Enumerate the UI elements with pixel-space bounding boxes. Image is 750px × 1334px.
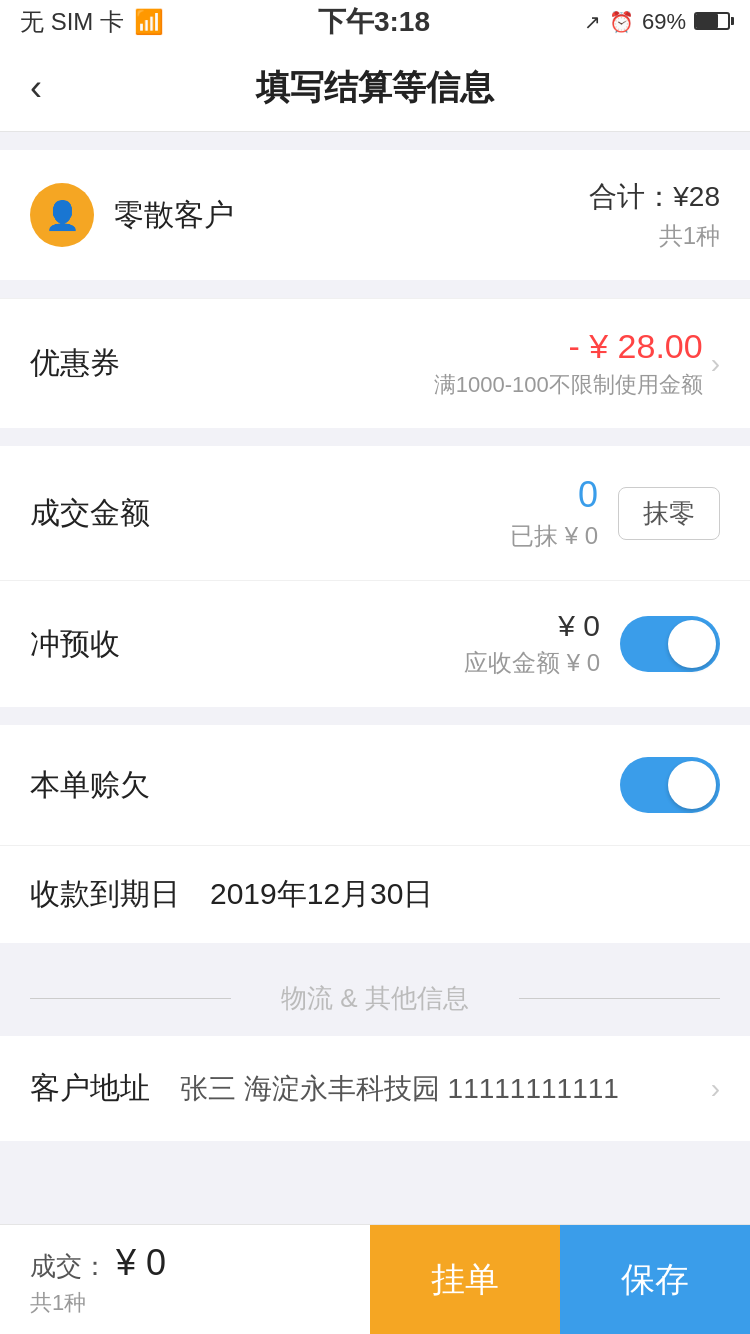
customer-total: 合计：¥28 [589,178,720,216]
transaction-amount-values: 0 已抹 ¥ 0 [510,474,598,552]
customer-row: 👤 零散客户 合计：¥28 共1种 [0,150,750,280]
coupon-right: - ¥ 28.00 满1000-100不限制使用金额 › [434,327,720,400]
debt-toggle[interactable] [620,757,720,813]
address-chevron-icon: › [711,1073,720,1105]
customer-section: 👤 零散客户 合计：¥28 共1种 [0,150,750,280]
customer-count: 共1种 [589,220,720,252]
divider-line-left [30,998,231,999]
battery-icon [694,8,730,36]
debt-toggle-thumb [668,761,716,809]
location-icon: ↗ [584,10,601,34]
transaction-amount-label: 成交金额 [30,493,150,534]
address-chevron: › [711,1073,720,1105]
customer-name: 零散客户 [114,195,234,236]
prepay-amount: ¥ 0 [464,609,600,643]
page-title: 填写结算等信息 [256,65,494,111]
wifi-icon: 📶 [134,8,164,36]
duedate-label: 收款到期日 [30,874,180,915]
back-button[interactable]: ‹ [30,57,62,119]
customer-left: 👤 零散客户 [30,183,234,247]
avatar-icon: 👤 [45,199,80,232]
status-time: 下午3:18 [318,3,430,41]
bottom-bar: 成交： ¥ 0 共1种 挂单 保存 [0,1224,750,1334]
transaction-amount-right: 0 已抹 ¥ 0 抹零 [510,474,720,552]
logistics-divider: 物流 & 其他信息 [0,961,750,1036]
status-bar: 无 SIM 卡 📶 下午3:18 ↗ ⏰ 69% [0,0,750,44]
logistics-section: 客户地址 张三 海淀永丰科技园 11111111111 › [0,1036,750,1141]
transaction-amount-row: 成交金额 0 已抹 ¥ 0 抹零 [0,446,750,581]
transaction-rounded-label: 已抹 ¥ 0 [510,520,598,552]
alarm-icon: ⏰ [609,10,634,34]
divider-text: 物流 & 其他信息 [281,981,469,1016]
prepay-toggle[interactable] [620,616,720,672]
amount-section: 成交金额 0 已抹 ¥ 0 抹零 冲预收 ¥ 0 应收金额 ¥ 0 [0,446,750,707]
debt-section: 本单赊欠 收款到期日 2019年12月30日 [0,725,750,943]
save-button-label: 保存 [621,1257,689,1303]
hang-button[interactable]: 挂单 [370,1225,560,1335]
bottom-summary: 成交： ¥ 0 共1种 [0,1242,370,1318]
transaction-amount-value: 0 [510,474,598,516]
coupon-section: 优惠券 - ¥ 28.00 满1000-100不限制使用金额 › [0,298,750,428]
status-left: 无 SIM 卡 📶 [20,6,164,38]
round-zero-button[interactable]: 抹零 [618,487,720,540]
battery-percent: 69% [642,9,686,35]
bottom-summary-line1: 成交： ¥ 0 [30,1242,340,1284]
debt-row: 本单赊欠 [0,725,750,845]
nav-bar: ‹ 填写结算等信息 [0,44,750,132]
coupon-description: 满1000-100不限制使用金额 [434,370,703,400]
toggle-thumb [668,620,716,668]
prepay-row: 冲预收 ¥ 0 应收金额 ¥ 0 [0,581,750,707]
address-label: 客户地址 [30,1068,150,1109]
avatar: 👤 [30,183,94,247]
prepay-sub-label: 应收金额 ¥ 0 [464,647,600,679]
debt-label: 本单赊欠 [30,765,150,806]
customer-right: 合计：¥28 共1种 [589,178,720,252]
duedate-row: 收款到期日 2019年12月30日 [0,845,750,943]
bottom-summary-count: 共1种 [30,1288,340,1318]
hang-button-label: 挂单 [431,1257,499,1303]
status-right: ↗ ⏰ 69% [584,8,730,36]
duedate-value: 2019年12月30日 [210,874,433,915]
coupon-label: 优惠券 [30,343,120,384]
prepay-values: ¥ 0 应收金额 ¥ 0 [464,609,600,679]
address-value: 张三 海淀永丰科技园 11111111111 [180,1070,711,1108]
save-button[interactable]: 保存 [560,1225,750,1335]
prepay-right: ¥ 0 应收金额 ¥ 0 [464,609,720,679]
address-row[interactable]: 客户地址 张三 海淀永丰科技园 11111111111 › [0,1036,750,1141]
bottom-summary-amount: ¥ 0 [116,1242,166,1284]
coupon-discount: - ¥ 28.00 [434,327,703,366]
chevron-right-icon: › [711,348,720,380]
coupon-row[interactable]: 优惠券 - ¥ 28.00 满1000-100不限制使用金额 › [0,298,750,428]
bottom-summary-label: 成交： [30,1249,108,1284]
divider-line-right [519,998,720,999]
carrier-text: 无 SIM 卡 [20,6,124,38]
coupon-values: - ¥ 28.00 满1000-100不限制使用金额 [434,327,703,400]
prepay-label: 冲预收 [30,624,120,665]
